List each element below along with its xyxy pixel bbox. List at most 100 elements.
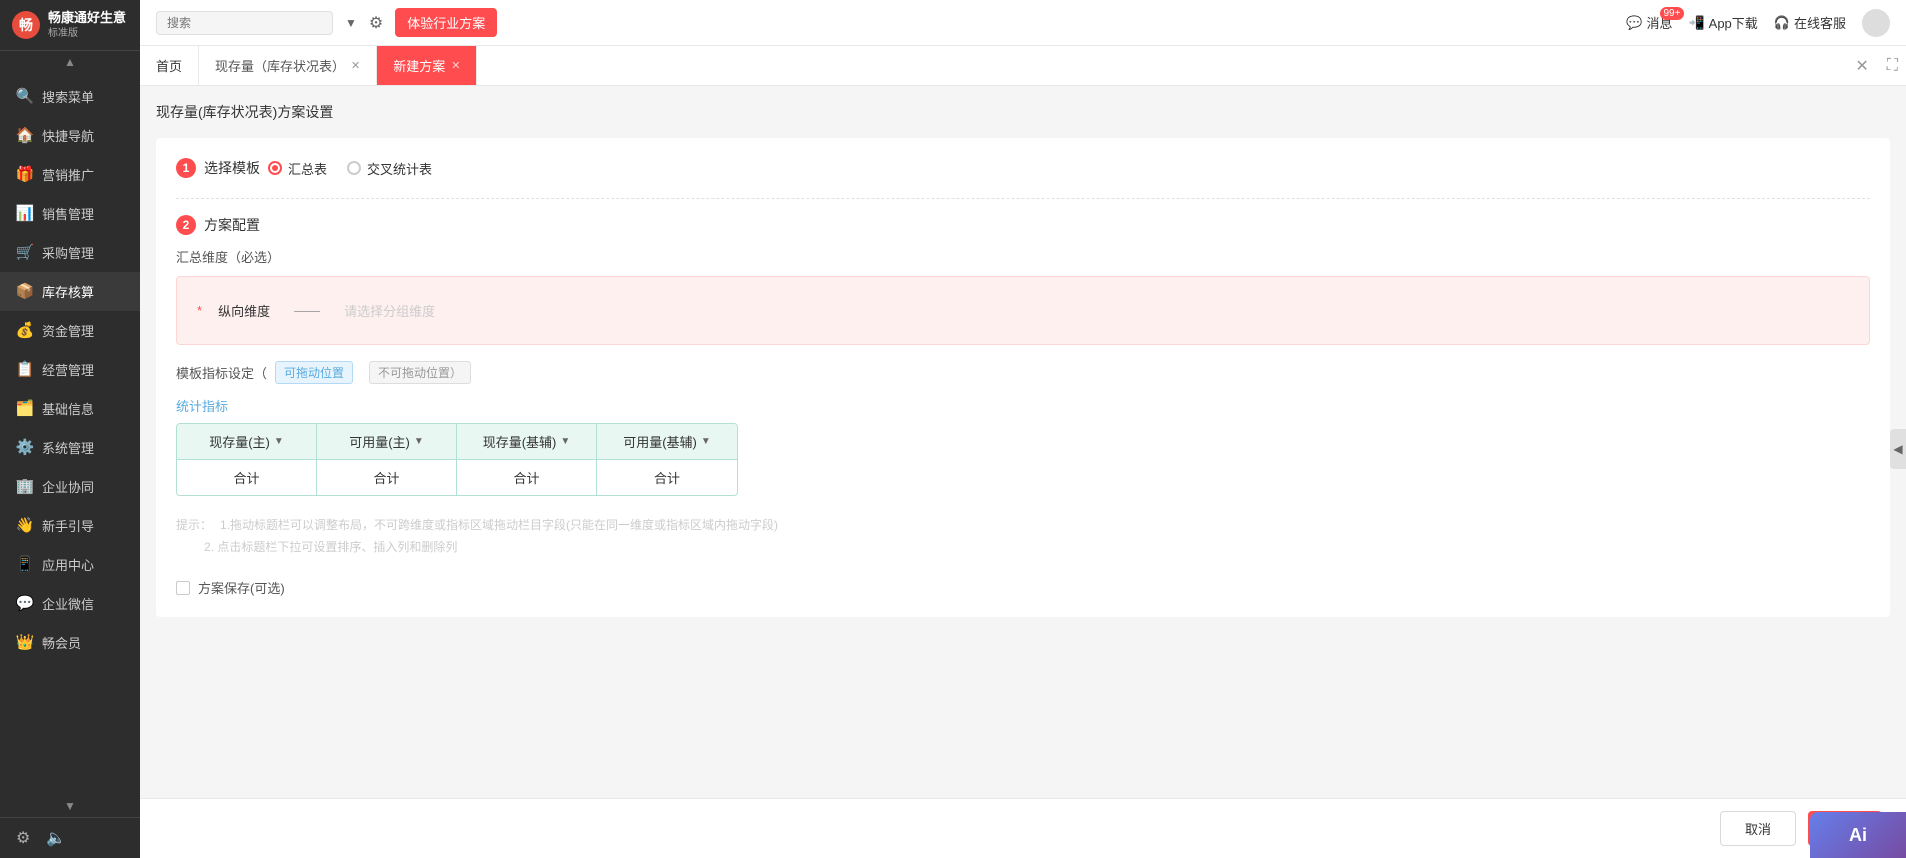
save-option: 方案保存(可选) <box>176 578 1870 597</box>
sidebar-item-inventory[interactable]: 📦 库存核算 <box>0 272 140 311</box>
sidebar-item-search-menu[interactable]: 🔍 搜索菜单 <box>0 77 140 116</box>
dimension-config-label: 汇总维度（必选） <box>176 247 1870 266</box>
sidebar-item-label: 企业协同 <box>42 477 94 496</box>
action-bar: 取消 查询 <box>140 798 1906 858</box>
sidebar-item-label: 经营管理 <box>42 360 94 379</box>
cancel-button[interactable]: 取消 <box>1720 811 1796 846</box>
sidebar-item-label: 库存核算 <box>42 282 94 301</box>
stats-col-header-1[interactable]: 可用量(主) ▼ <box>317 424 457 459</box>
sidebar-item-system[interactable]: ⚙️ 系统管理 <box>0 428 140 467</box>
sidebar-item-sales[interactable]: 📊 销售管理 <box>0 194 140 233</box>
sidebar-bottom: ⚙ 🔈 <box>0 817 140 858</box>
sidebar-item-basic-info[interactable]: 🗂️ 基础信息 <box>0 389 140 428</box>
tab-new-scheme-close-icon[interactable]: ✕ <box>451 59 460 72</box>
content-area: 现存量(库存状况表)方案设置 1 选择模板 汇总表 交叉统计表 <box>140 86 1906 798</box>
stats-table: 现存量(主) ▼ 可用量(主) ▼ 现存量(基辅) ▼ <box>176 423 738 496</box>
sidebar-item-quick-nav[interactable]: 🏠 快捷导航 <box>0 116 140 155</box>
tab-close-all-icon[interactable]: ✕ <box>1845 56 1878 76</box>
volume-bottom-icon[interactable]: 🔈 <box>46 828 66 848</box>
newbie-icon: 👋 <box>16 516 34 534</box>
tip-line-prefix: 提示： 1.拖动标题栏可以调整布局，不可跨维度或指标区域拖动栏目字段(只能在同一… <box>176 515 1870 537</box>
settings-card: 1 选择模板 汇总表 交叉统计表 <box>156 138 1890 617</box>
radio-cross[interactable]: 交叉统计表 <box>347 159 432 178</box>
sidebar-item-label: 搜索菜单 <box>42 87 94 106</box>
stats-section: 统计指标 现存量(主) ▼ 可用量(主) ▼ <box>176 396 1870 499</box>
purchase-icon: 🛒 <box>16 243 34 261</box>
step1-num: 1 <box>176 158 196 178</box>
step2-header: 2 方案配置 <box>176 215 1870 235</box>
step2-section: 2 方案配置 汇总维度（必选） * 纵向维度 —— 请选择分组维度 模板指标设定… <box>176 215 1870 558</box>
step1-title: 选择模板 <box>204 158 260 178</box>
message-badge: 99+ <box>1660 7 1685 20</box>
sidebar-item-label: 新手引导 <box>42 516 94 535</box>
step2-title: 方案配置 <box>204 215 260 235</box>
sidebar-item-marketing[interactable]: 🎁 营销推广 <box>0 155 140 194</box>
sidebar-item-newbie[interactable]: 👋 新手引导 <box>0 506 140 545</box>
header-search-input[interactable] <box>156 11 333 35</box>
stats-col-label-0: 现存量(主) <box>209 432 270 451</box>
stats-col-label-1: 可用量(主) <box>349 432 410 451</box>
main-area: ▼ ⚙ 体验行业方案 💬 消息 99+ 📲 App下载 🎧 在线客服 首页 <box>140 0 1906 858</box>
right-collapse-button[interactable]: ◀ <box>1890 429 1906 469</box>
tab-new-scheme[interactable]: 新建方案 ✕ <box>377 46 477 85</box>
sidebar-item-operation[interactable]: 📋 经营管理 <box>0 350 140 389</box>
chevron-2-icon: ▼ <box>560 436 570 447</box>
enterprise-icon: 🏢 <box>16 477 34 495</box>
tab-inventory-close-icon[interactable]: ✕ <box>351 59 360 72</box>
sidebar-item-wechat[interactable]: 💬 企业微信 <box>0 584 140 623</box>
template-options: 汇总表 交叉统计表 <box>268 159 432 178</box>
indicator-settings: 模板指标设定（ 可拖动位置 不可拖动位置） <box>176 361 1870 384</box>
sidebar-item-label: 系统管理 <box>42 438 94 457</box>
header-right: 💬 消息 99+ 📲 App下载 🎧 在线客服 <box>1626 9 1890 37</box>
sidebar-item-label: 畅会员 <box>42 633 81 652</box>
ai-fab-button[interactable]: Ai <box>1810 812 1906 858</box>
dimension-placeholder: 请选择分组维度 <box>344 301 435 320</box>
sidebar-scroll-up[interactable]: ▲ <box>0 51 140 73</box>
header-app-download[interactable]: 📲 App下载 <box>1688 13 1757 32</box>
settings-bottom-icon[interactable]: ⚙ <box>16 828 30 848</box>
tab-new-scheme-label: 新建方案 <box>393 56 445 75</box>
stats-col-header-0[interactable]: 现存量(主) ▼ <box>177 424 317 459</box>
tips-text: 提示： 1.拖动标题栏可以调整布局，不可跨维度或指标区域拖动栏目字段(只能在同一… <box>176 515 1870 558</box>
dimension-area[interactable]: * 纵向维度 —— 请选择分组维度 <box>176 276 1870 345</box>
save-checkbox[interactable] <box>176 581 190 595</box>
user-avatar[interactable] <box>1862 9 1890 37</box>
header-gear-icon[interactable]: ⚙ <box>369 13 383 33</box>
app-center-icon: 📱 <box>16 555 34 573</box>
sidebar-item-label: 营销推广 <box>42 165 94 184</box>
radio-summary-dot <box>268 161 282 175</box>
dimension-required-mark: * <box>197 303 202 318</box>
stats-col-label-2: 现存量(基辅) <box>483 432 557 451</box>
sidebar-scroll-down[interactable]: ▼ <box>0 795 140 817</box>
sidebar-item-purchase[interactable]: 🛒 采购管理 <box>0 233 140 272</box>
tip1-text: 1.拖动标题栏可以调整布局，不可跨维度或指标区域拖动栏目字段(只能在同一维度或指… <box>220 515 778 537</box>
header-online-service[interactable]: 🎧 在线客服 <box>1774 13 1846 32</box>
stats-col-header-3[interactable]: 可用量(基辅) ▼ <box>597 424 737 459</box>
sidebar-item-finance[interactable]: 💰 资金管理 <box>0 311 140 350</box>
indicator-label: 模板指标设定（ 可拖动位置 不可拖动位置） <box>176 361 1870 384</box>
sidebar-item-label: 销售管理 <box>42 204 94 223</box>
tab-inventory-label: 现存量（库存状况表） <box>215 56 345 75</box>
trial-industry-button[interactable]: 体验行业方案 <box>395 8 497 37</box>
tab-expand-icon[interactable]: ⛶ <box>1879 57 1906 75</box>
sidebar-item-enterprise[interactable]: 🏢 企业协同 <box>0 467 140 506</box>
radio-summary[interactable]: 汇总表 <box>268 159 327 178</box>
draggable-tag: 可拖动位置 <box>275 361 353 384</box>
service-label: 在线客服 <box>1794 13 1846 32</box>
top-header: ▼ ⚙ 体验行业方案 💬 消息 99+ 📲 App下载 🎧 在线客服 <box>140 0 1906 46</box>
sidebar-item-app-center[interactable]: 📱 应用中心 <box>0 545 140 584</box>
tip2-text: 2. 点击标题栏下拉可设置排序、插入列和删除列 <box>204 537 457 559</box>
stats-col-header-2[interactable]: 现存量(基辅) ▼ <box>457 424 597 459</box>
sidebar-item-label: 应用中心 <box>42 555 94 574</box>
membership-icon: 👑 <box>16 633 34 651</box>
step1-header: 1 选择模板 汇总表 交叉统计表 <box>176 158 1870 178</box>
tab-inventory-status[interactable]: 现存量（库存状况表） ✕ <box>199 46 377 85</box>
sidebar-nav: 🔍 搜索菜单 🏠 快捷导航 🎁 营销推广 📊 销售管理 🛒 采购管理 📦 库存核… <box>0 73 140 795</box>
stats-cell-0: 合计 <box>177 460 317 495</box>
sidebar: 畅 畅康通好生意 标准版 ▲ 🔍 搜索菜单 🏠 快捷导航 🎁 营销推广 📊 销售… <box>0 0 140 858</box>
header-message[interactable]: 💬 消息 99+ <box>1626 13 1672 32</box>
header-search-button[interactable]: ▼ <box>345 16 357 30</box>
finance-icon: 💰 <box>16 321 34 339</box>
tab-home[interactable]: 首页 <box>140 46 199 85</box>
sidebar-item-membership[interactable]: 👑 畅会员 <box>0 623 140 662</box>
